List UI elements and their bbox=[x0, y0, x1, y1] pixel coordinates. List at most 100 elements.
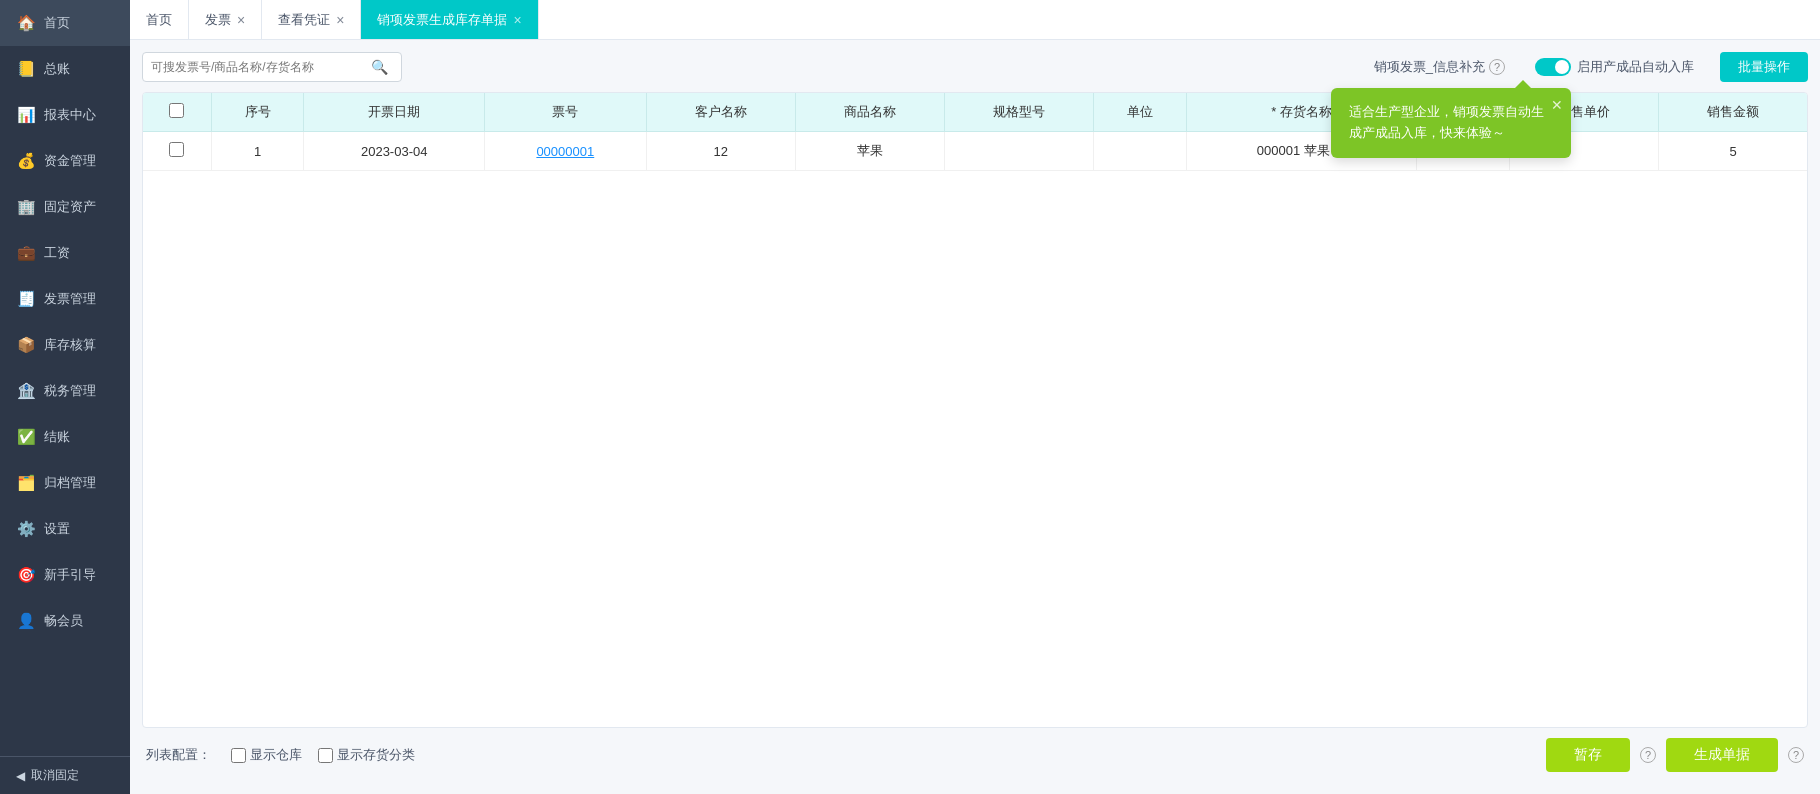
sidebar-item-archive-label: 归档管理 bbox=[44, 474, 96, 492]
save-button[interactable]: 暂存 bbox=[1546, 738, 1630, 772]
table-wrapper: 序号 开票日期 票号 客户名称 商品名称 规格型号 单位 * 存货名称 数量 销… bbox=[142, 92, 1808, 728]
sidebar-item-funds[interactable]: 💰 资金管理 bbox=[0, 138, 130, 184]
sidebar-item-inventory[interactable]: 📦 库存核算 bbox=[0, 322, 130, 368]
funds-icon: 💰 bbox=[16, 152, 36, 170]
tooltip-text: 适合生产型企业，销项发票自动生成产成品入库，快来体验～ bbox=[1349, 104, 1544, 140]
archive-icon: 🗂️ bbox=[16, 474, 36, 492]
row-date: 2023-03-04 bbox=[304, 132, 484, 171]
row-unit bbox=[1094, 132, 1187, 171]
tab-bar: 首页 发票 × 查看凭证 × 销项发票生成库存单据 × bbox=[130, 0, 1820, 40]
toolbar-row: 🔍 销项发票_信息补充 ? ✕ 适合生产型企业，销项发票自动生成产成品入库，快来… bbox=[142, 52, 1808, 82]
tab-invoice[interactable]: 发票 × bbox=[189, 0, 262, 39]
sidebar-item-settlement[interactable]: ✅ 结账 bbox=[0, 414, 130, 460]
sidebar-item-settlement-label: 结账 bbox=[44, 428, 70, 446]
unpin-icon: ◀ bbox=[16, 769, 25, 783]
sidebar-item-reports-label: 报表中心 bbox=[44, 106, 96, 124]
guide-icon: 🎯 bbox=[16, 566, 36, 584]
tab-voucher[interactable]: 查看凭证 × bbox=[262, 0, 361, 39]
search-box[interactable]: 🔍 bbox=[142, 52, 402, 82]
search-input[interactable] bbox=[151, 60, 371, 74]
tab-invoice-close[interactable]: × bbox=[237, 12, 245, 28]
sidebar-item-member-label: 畅会员 bbox=[44, 612, 83, 630]
sidebar-item-archive[interactable]: 🗂️ 归档管理 bbox=[0, 460, 130, 506]
tab-home[interactable]: 首页 bbox=[130, 0, 189, 39]
batch-btn[interactable]: 批量操作 bbox=[1720, 52, 1808, 82]
invoice-mgmt-icon: 🧾 bbox=[16, 290, 36, 308]
unpin-button[interactable]: ◀ 取消固定 bbox=[0, 756, 130, 794]
tax-icon: 🏦 bbox=[16, 382, 36, 400]
sidebar-item-tax-label: 税务管理 bbox=[44, 382, 96, 400]
col-unit: 单位 bbox=[1094, 93, 1187, 132]
row-checkbox-cell bbox=[143, 132, 211, 171]
sidebar-item-home[interactable]: 🏠 首页 bbox=[0, 0, 130, 46]
row-amount: 5 bbox=[1659, 132, 1807, 171]
auto-warehouse-toggle[interactable] bbox=[1535, 58, 1571, 76]
main-area: 首页 发票 × 查看凭证 × 销项发票生成库存单据 × 🔍 销项发票_信息补充 … bbox=[130, 0, 1820, 794]
inventory-icon: 📦 bbox=[16, 336, 36, 354]
show-warehouse-label[interactable]: 显示仓库 bbox=[231, 746, 302, 764]
generate-help-icon[interactable]: ? bbox=[1788, 747, 1804, 763]
show-category-label[interactable]: 显示存货分类 bbox=[318, 746, 415, 764]
sidebar-item-assets-label: 固定资产 bbox=[44, 198, 96, 216]
home-icon: 🏠 bbox=[16, 14, 36, 32]
sidebar-item-guide-label: 新手引导 bbox=[44, 566, 96, 584]
sidebar-item-reports[interactable]: 📊 报表中心 bbox=[0, 92, 130, 138]
row-invoice-no[interactable]: 00000001 bbox=[484, 132, 646, 171]
generate-button[interactable]: 生成单据 bbox=[1666, 738, 1778, 772]
show-category-text: 显示存货分类 bbox=[337, 746, 415, 764]
save-help-icon[interactable]: ? bbox=[1640, 747, 1656, 763]
tooltip-close-button[interactable]: ✕ bbox=[1551, 94, 1563, 116]
tab-voucher-label: 查看凭证 bbox=[278, 11, 330, 29]
settlement-icon: ✅ bbox=[16, 428, 36, 446]
unpin-label: 取消固定 bbox=[31, 767, 79, 784]
tooltip-wrapper: ✕ 适合生产型企业，销项发票自动生成产成品入库，快来体验～ bbox=[1535, 58, 1571, 76]
info-label-text: 销项发票_信息补充 bbox=[1374, 58, 1485, 76]
row-spec bbox=[944, 132, 1093, 171]
col-goods: 商品名称 bbox=[795, 93, 944, 132]
content-area: 🔍 销项发票_信息补充 ? ✕ 适合生产型企业，销项发票自动生成产成品入库，快来… bbox=[130, 40, 1820, 794]
show-warehouse-checkbox[interactable] bbox=[231, 748, 246, 763]
search-icon: 🔍 bbox=[371, 59, 388, 75]
tab-home-label: 首页 bbox=[146, 11, 172, 29]
list-config-label: 列表配置： bbox=[146, 746, 211, 764]
bottom-bar: 列表配置： 显示仓库 显示存货分类 暂存 ? 生成单据 ? bbox=[142, 728, 1808, 782]
row-checkbox[interactable] bbox=[169, 142, 184, 157]
toggle-label: 启用产成品自动入库 bbox=[1577, 58, 1694, 76]
ledger-icon: 📒 bbox=[16, 60, 36, 78]
sidebar-item-salary[interactable]: 💼 工资 bbox=[0, 230, 130, 276]
sidebar-item-ledger[interactable]: 📒 总账 bbox=[0, 46, 130, 92]
tab-cancellation[interactable]: 销项发票生成库存单据 × bbox=[361, 0, 538, 39]
col-seq: 序号 bbox=[211, 93, 304, 132]
sidebar-item-home-label: 首页 bbox=[44, 14, 70, 32]
sidebar-item-guide[interactable]: 🎯 新手引导 bbox=[0, 552, 130, 598]
row-seq: 1 bbox=[211, 132, 304, 171]
col-customer: 客户名称 bbox=[646, 93, 795, 132]
sidebar-item-assets[interactable]: 🏢 固定资产 bbox=[0, 184, 130, 230]
sidebar-item-invoice-mgmt[interactable]: 🧾 发票管理 bbox=[0, 276, 130, 322]
member-icon: 👤 bbox=[16, 612, 36, 630]
show-warehouse-text: 显示仓库 bbox=[250, 746, 302, 764]
sidebar-item-settings-label: 设置 bbox=[44, 520, 70, 538]
tooltip-popup: ✕ 适合生产型企业，销项发票自动生成产成品入库，快来体验～ bbox=[1331, 88, 1571, 158]
sidebar: 🏠 首页 📒 总账 📊 报表中心 💰 资金管理 🏢 固定资产 💼 工资 🧾 发票… bbox=[0, 0, 130, 794]
settings-icon: ⚙️ bbox=[16, 520, 36, 538]
show-category-checkbox[interactable] bbox=[318, 748, 333, 763]
col-checkbox bbox=[143, 93, 211, 132]
col-amount: 销售金额 bbox=[1659, 93, 1807, 132]
tab-invoice-label: 发票 bbox=[205, 11, 231, 29]
sidebar-item-member[interactable]: 👤 畅会员 bbox=[0, 598, 130, 644]
tab-voucher-close[interactable]: × bbox=[336, 12, 344, 28]
info-label-area: 销项发票_信息补充 ? bbox=[1374, 58, 1505, 76]
assets-icon: 🏢 bbox=[16, 198, 36, 216]
info-help-icon[interactable]: ? bbox=[1489, 59, 1505, 75]
select-all-checkbox[interactable] bbox=[169, 103, 184, 118]
sidebar-item-tax[interactable]: 🏦 税务管理 bbox=[0, 368, 130, 414]
tab-cancellation-close[interactable]: × bbox=[513, 12, 521, 28]
sidebar-item-settings[interactable]: ⚙️ 设置 bbox=[0, 506, 130, 552]
tab-cancellation-label: 销项发票生成库存单据 bbox=[377, 11, 507, 29]
bottom-actions: 暂存 ? 生成单据 ? bbox=[1546, 738, 1804, 772]
sidebar-item-salary-label: 工资 bbox=[44, 244, 70, 262]
salary-icon: 💼 bbox=[16, 244, 36, 262]
col-invoice-no: 票号 bbox=[484, 93, 646, 132]
col-spec: 规格型号 bbox=[944, 93, 1093, 132]
